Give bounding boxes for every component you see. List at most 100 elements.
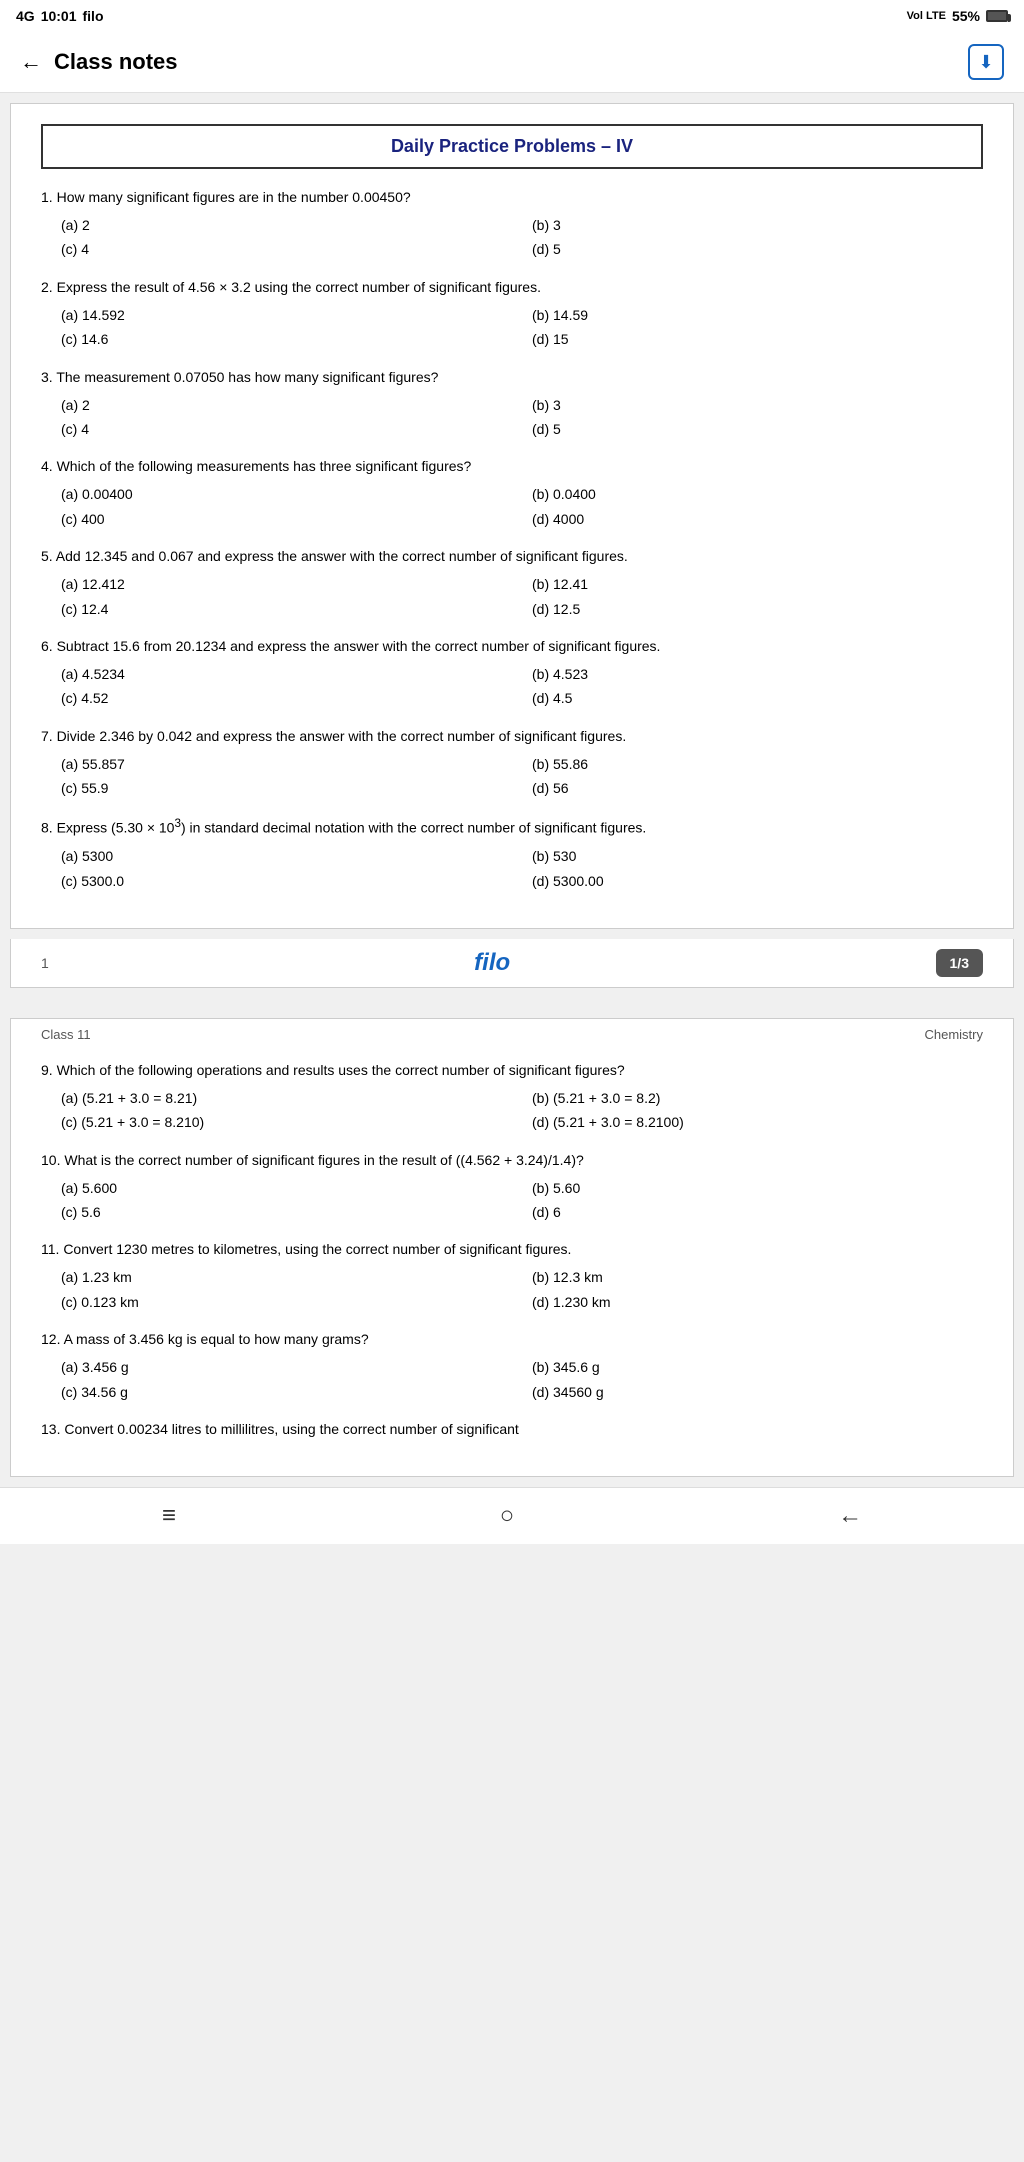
option-12d: (d) 34560 g bbox=[532, 1381, 983, 1403]
question-8-options: (a) 5300 (b) 530 (c) 5300.0 (d) 5300.00 bbox=[41, 845, 983, 892]
option-6c: (c) 4.52 bbox=[61, 687, 512, 709]
question-13: 13. Convert 0.00234 litres to millilitre… bbox=[41, 1419, 983, 1440]
option-10a: (a) 5.600 bbox=[61, 1177, 512, 1199]
back-nav-button[interactable]: ← bbox=[838, 1502, 862, 1530]
option-4c: (c) 400 bbox=[61, 508, 512, 530]
app-title: Class notes bbox=[54, 49, 178, 75]
question-13-text: 13. Convert 0.00234 litres to millilitre… bbox=[41, 1419, 983, 1440]
option-11b: (b) 12.3 km bbox=[532, 1266, 983, 1288]
question-5-text: 5. Add 12.345 and 0.067 and express the … bbox=[41, 546, 983, 567]
option-10b: (b) 5.60 bbox=[532, 1177, 983, 1199]
question-8-text: 8. Express (5.30 × 103) in standard deci… bbox=[41, 815, 983, 839]
option-11c: (c) 0.123 km bbox=[61, 1291, 512, 1313]
option-2d: (d) 15 bbox=[532, 328, 983, 350]
question-3-options: (a) 2 (b) 3 (c) 4 (d) 5 bbox=[41, 394, 983, 441]
status-bar: 4G 10:01 filo Vol LTE 55% bbox=[0, 0, 1024, 32]
option-2a: (a) 14.592 bbox=[61, 304, 512, 326]
question-7-text: 7. Divide 2.346 by 0.042 and express the… bbox=[41, 726, 983, 747]
question-11-text: 11. Convert 1230 metres to kilometres, u… bbox=[41, 1239, 983, 1260]
option-5a: (a) 12.412 bbox=[61, 573, 512, 595]
app-name-status: filo bbox=[83, 8, 104, 24]
option-6d: (d) 4.5 bbox=[532, 687, 983, 709]
question-6-text: 6. Subtract 15.6 from 20.1234 and expres… bbox=[41, 636, 983, 657]
question-10: 10. What is the correct number of signif… bbox=[41, 1150, 983, 1224]
question-12: 12. A mass of 3.456 kg is equal to how m… bbox=[41, 1329, 983, 1403]
question-3-text: 3. The measurement 0.07050 has how many … bbox=[41, 367, 983, 388]
option-11a: (a) 1.23 km bbox=[61, 1266, 512, 1288]
page2-content: 9. Which of the following operations and… bbox=[10, 1050, 1014, 1477]
option-6b: (b) 4.523 bbox=[532, 663, 983, 685]
bottom-nav: ≡ ○ ← bbox=[0, 1487, 1024, 1544]
option-4d: (d) 4000 bbox=[532, 508, 983, 530]
option-8a: (a) 5300 bbox=[61, 845, 512, 867]
option-9b: (b) (5.21 + 3.0 = 8.2) bbox=[532, 1087, 983, 1109]
question-5: 5. Add 12.345 and 0.067 and express the … bbox=[41, 546, 983, 620]
question-9: 9. Which of the following operations and… bbox=[41, 1060, 983, 1134]
signal-text: 4G bbox=[16, 8, 35, 24]
page-number-left: 1 bbox=[41, 955, 49, 971]
option-1d: (d) 5 bbox=[532, 238, 983, 260]
option-12c: (c) 34.56 g bbox=[61, 1381, 512, 1403]
download-button[interactable]: ⬇ bbox=[968, 44, 1004, 80]
option-1b: (b) 3 bbox=[532, 214, 983, 236]
download-icon: ⬇ bbox=[978, 52, 993, 73]
option-8b: (b) 530 bbox=[532, 845, 983, 867]
option-8c: (c) 5300.0 bbox=[61, 870, 512, 892]
option-9a: (a) (5.21 + 3.0 = 8.21) bbox=[61, 1087, 512, 1109]
option-1c: (c) 4 bbox=[61, 238, 512, 260]
filo-logo: filo bbox=[474, 949, 510, 977]
option-11d: (d) 1.230 km bbox=[532, 1291, 983, 1313]
option-4a: (a) 0.00400 bbox=[61, 483, 512, 505]
question-10-text: 10. What is the correct number of signif… bbox=[41, 1150, 983, 1171]
option-7c: (c) 55.9 bbox=[61, 777, 512, 799]
option-5d: (d) 12.5 bbox=[532, 598, 983, 620]
question-6-options: (a) 4.5234 (b) 4.523 (c) 4.52 (d) 4.5 bbox=[41, 663, 983, 710]
page2-header: Class 11 Chemistry bbox=[10, 1018, 1014, 1050]
option-7b: (b) 55.86 bbox=[532, 753, 983, 775]
question-7-options: (a) 55.857 (b) 55.86 (c) 55.9 (d) 56 bbox=[41, 753, 983, 800]
question-2: 2. Express the result of 4.56 × 3.2 usin… bbox=[41, 277, 983, 351]
status-right: Vol LTE 55% bbox=[907, 8, 1008, 24]
time-display: 10:01 bbox=[41, 8, 77, 24]
question-1: 1. How many significant figures are in t… bbox=[41, 187, 983, 261]
home-button[interactable]: ○ bbox=[500, 1502, 515, 1530]
option-4b: (b) 0.0400 bbox=[532, 483, 983, 505]
option-5c: (c) 12.4 bbox=[61, 598, 512, 620]
app-header: ← Class notes ⬇ bbox=[0, 32, 1024, 93]
option-7d: (d) 56 bbox=[532, 777, 983, 799]
question-9-options: (a) (5.21 + 3.0 = 8.21) (b) (5.21 + 3.0 … bbox=[41, 1087, 983, 1134]
back-button[interactable]: ← bbox=[20, 49, 42, 75]
question-8: 8. Express (5.30 × 103) in standard deci… bbox=[41, 815, 983, 891]
option-2b: (b) 14.59 bbox=[532, 304, 983, 326]
option-12a: (a) 3.456 g bbox=[61, 1356, 512, 1378]
option-8d: (d) 5300.00 bbox=[532, 870, 983, 892]
question-2-options: (a) 14.592 (b) 14.59 (c) 14.6 (d) 15 bbox=[41, 304, 983, 351]
question-12-options: (a) 3.456 g (b) 345.6 g (c) 34.56 g (d) … bbox=[41, 1356, 983, 1403]
page-gap bbox=[0, 988, 1024, 1018]
question-2-text: 2. Express the result of 4.56 × 3.2 usin… bbox=[41, 277, 983, 298]
question-4: 4. Which of the following measurements h… bbox=[41, 456, 983, 530]
option-9d: (d) (5.21 + 3.0 = 8.2100) bbox=[532, 1111, 983, 1133]
option-2c: (c) 14.6 bbox=[61, 328, 512, 350]
question-12-text: 12. A mass of 3.456 kg is equal to how m… bbox=[41, 1329, 983, 1350]
question-11-options: (a) 1.23 km (b) 12.3 km (c) 0.123 km (d)… bbox=[41, 1266, 983, 1313]
question-1-options: (a) 2 (b) 3 (c) 4 (d) 5 bbox=[41, 214, 983, 261]
question-7: 7. Divide 2.346 by 0.042 and express the… bbox=[41, 726, 983, 800]
vol-lte-icon: Vol LTE bbox=[907, 10, 946, 22]
question-6: 6. Subtract 15.6 from 20.1234 and expres… bbox=[41, 636, 983, 710]
option-9c: (c) (5.21 + 3.0 = 8.210) bbox=[61, 1111, 512, 1133]
question-1-num: 1. bbox=[41, 189, 57, 205]
page1-footer: 1 filo 1/3 bbox=[10, 939, 1014, 988]
question-11: 11. Convert 1230 metres to kilometres, u… bbox=[41, 1239, 983, 1313]
battery-percent: 55% bbox=[952, 8, 980, 24]
battery-icon bbox=[986, 10, 1008, 22]
option-5b: (b) 12.41 bbox=[532, 573, 983, 595]
option-6a: (a) 4.5234 bbox=[61, 663, 512, 685]
app-header-left: ← Class notes bbox=[20, 49, 178, 75]
option-10c: (c) 5.6 bbox=[61, 1201, 512, 1223]
menu-button[interactable]: ≡ bbox=[162, 1502, 176, 1530]
option-3c: (c) 4 bbox=[61, 418, 512, 440]
subject-label: Chemistry bbox=[924, 1027, 983, 1042]
question-4-options: (a) 0.00400 (b) 0.0400 (c) 400 (d) 4000 bbox=[41, 483, 983, 530]
question-9-text: 9. Which of the following operations and… bbox=[41, 1060, 983, 1081]
